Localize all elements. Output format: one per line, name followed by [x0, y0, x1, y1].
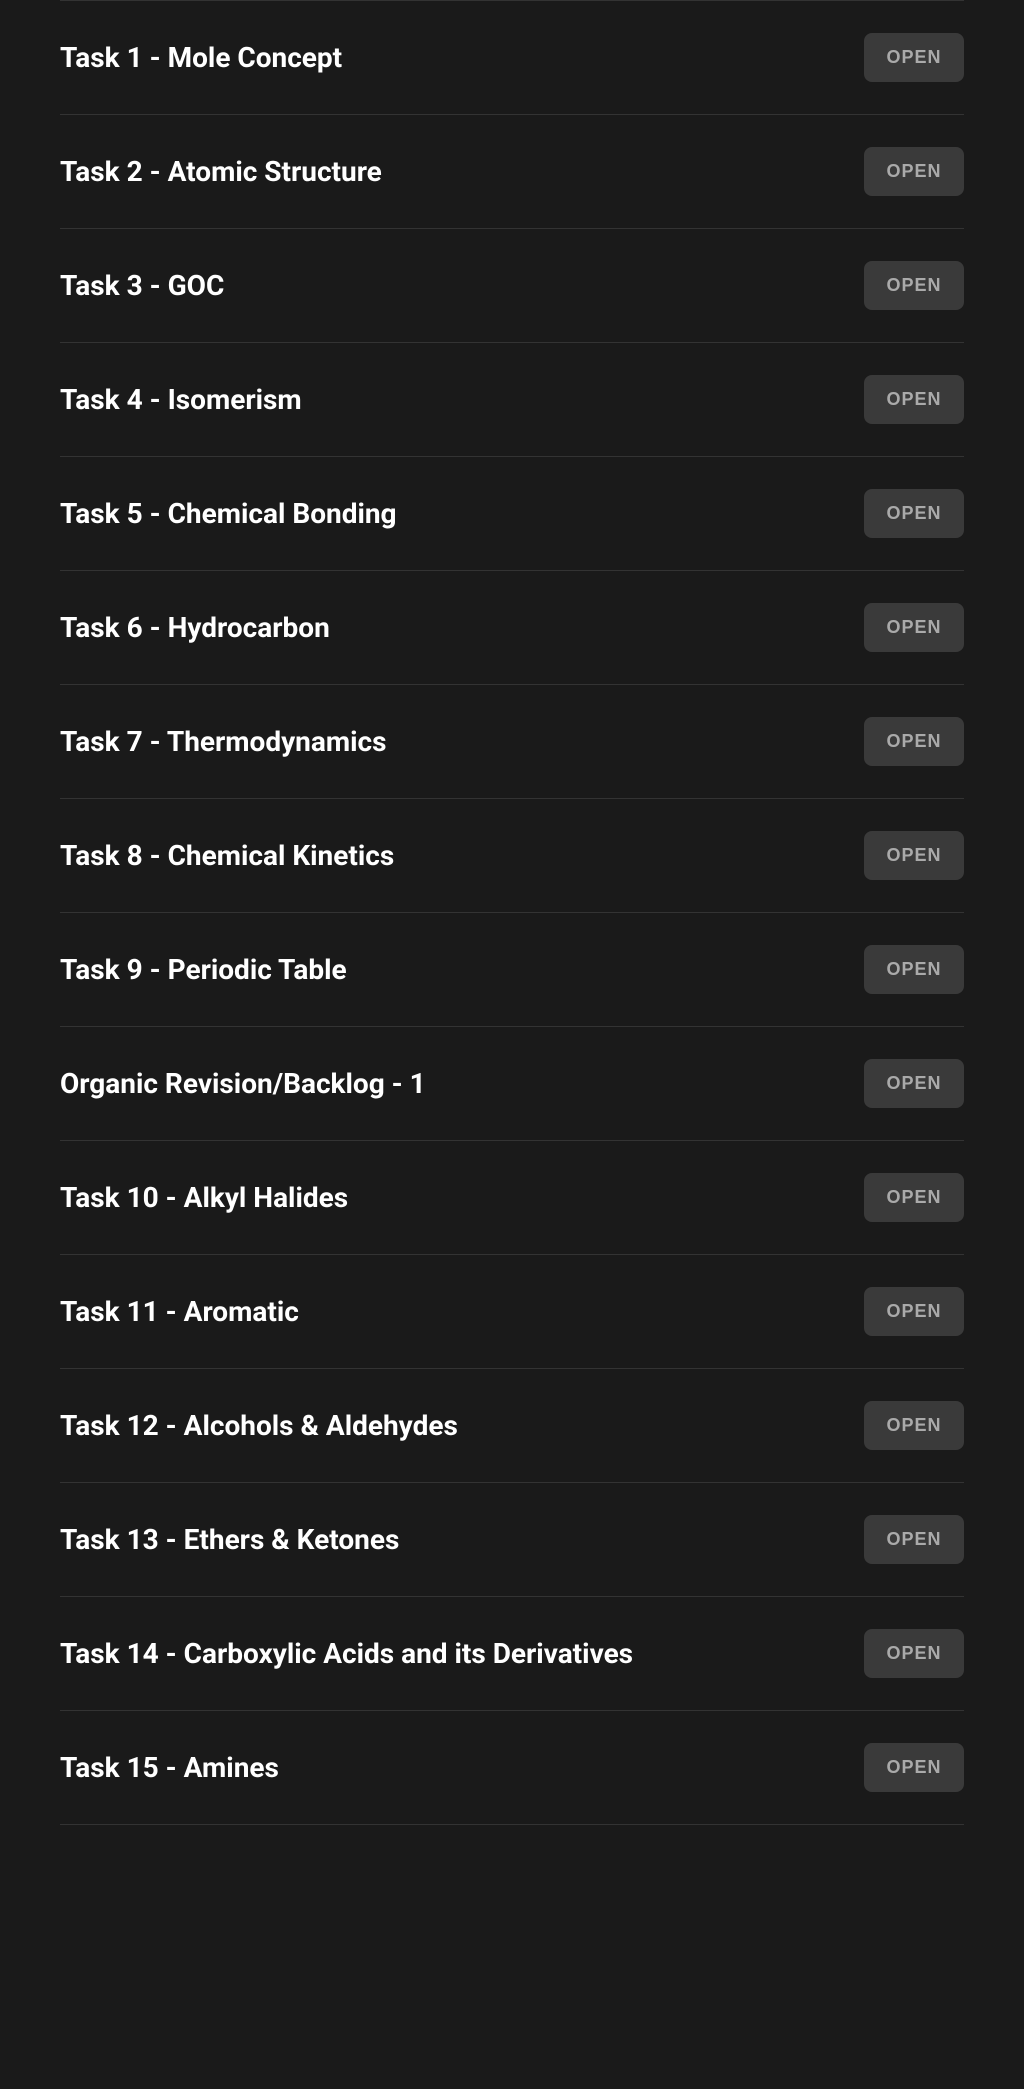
- task-label-task-13: Task 13 - Ethers & Ketones: [60, 1523, 864, 1556]
- list-item: Task 13 - Ethers & KetonesOPEN: [60, 1483, 964, 1597]
- task-label-task-5: Task 5 - Chemical Bonding: [60, 497, 864, 530]
- list-item: Task 6 - HydrocarbonOPEN: [60, 571, 964, 685]
- open-button-task-3[interactable]: OPEN: [864, 261, 964, 310]
- list-item: Task 9 - Periodic TableOPEN: [60, 913, 964, 1027]
- open-button-task-15[interactable]: OPEN: [864, 1743, 964, 1792]
- open-button-task-5[interactable]: OPEN: [864, 489, 964, 538]
- list-item: Task 14 - Carboxylic Acids and its Deriv…: [60, 1597, 964, 1711]
- task-label-task-1: Task 1 - Mole Concept: [60, 41, 864, 74]
- open-button-task-12[interactable]: OPEN: [864, 1401, 964, 1450]
- list-item: Task 10 - Alkyl HalidesOPEN: [60, 1141, 964, 1255]
- open-button-task-7[interactable]: OPEN: [864, 717, 964, 766]
- open-button-task-2[interactable]: OPEN: [864, 147, 964, 196]
- list-item: Task 7 - ThermodynamicsOPEN: [60, 685, 964, 799]
- open-button-task-8[interactable]: OPEN: [864, 831, 964, 880]
- list-item: Task 15 - AminesOPEN: [60, 1711, 964, 1825]
- open-button-task-13[interactable]: OPEN: [864, 1515, 964, 1564]
- task-list: Task 1 - Mole ConceptOPENTask 2 - Atomic…: [0, 0, 1024, 1825]
- task-label-task-4: Task 4 - Isomerism: [60, 383, 864, 416]
- task-label-task-15: Task 15 - Amines: [60, 1751, 864, 1784]
- open-button-task-9[interactable]: OPEN: [864, 945, 964, 994]
- list-item: Task 1 - Mole ConceptOPEN: [60, 0, 964, 115]
- task-label-task-7: Task 7 - Thermodynamics: [60, 725, 864, 758]
- open-button-task-organic[interactable]: OPEN: [864, 1059, 964, 1108]
- task-label-task-10: Task 10 - Alkyl Halides: [60, 1181, 864, 1214]
- task-label-task-12: Task 12 - Alcohols & Aldehydes: [60, 1409, 864, 1442]
- task-label-task-6: Task 6 - Hydrocarbon: [60, 611, 864, 644]
- list-item: Task 5 - Chemical BondingOPEN: [60, 457, 964, 571]
- list-item: Task 4 - IsomerismOPEN: [60, 343, 964, 457]
- task-label-task-11: Task 11 - Aromatic: [60, 1295, 864, 1328]
- open-button-task-11[interactable]: OPEN: [864, 1287, 964, 1336]
- list-item: Task 11 - AromaticOPEN: [60, 1255, 964, 1369]
- task-label-task-3: Task 3 - GOC: [60, 269, 864, 302]
- list-item: Task 3 - GOCOPEN: [60, 229, 964, 343]
- list-item: Task 8 - Chemical KineticsOPEN: [60, 799, 964, 913]
- task-label-task-organic: Organic Revision/Backlog - 1: [60, 1067, 864, 1100]
- list-item: Task 2 - Atomic StructureOPEN: [60, 115, 964, 229]
- list-item: Task 12 - Alcohols & AldehydesOPEN: [60, 1369, 964, 1483]
- open-button-task-6[interactable]: OPEN: [864, 603, 964, 652]
- open-button-task-1[interactable]: OPEN: [864, 33, 964, 82]
- open-button-task-14[interactable]: OPEN: [864, 1629, 964, 1678]
- task-label-task-14: Task 14 - Carboxylic Acids and its Deriv…: [60, 1637, 864, 1670]
- open-button-task-10[interactable]: OPEN: [864, 1173, 964, 1222]
- task-label-task-2: Task 2 - Atomic Structure: [60, 155, 864, 188]
- list-item: Organic Revision/Backlog - 1OPEN: [60, 1027, 964, 1141]
- open-button-task-4[interactable]: OPEN: [864, 375, 964, 424]
- task-label-task-9: Task 9 - Periodic Table: [60, 953, 864, 986]
- task-label-task-8: Task 8 - Chemical Kinetics: [60, 839, 864, 872]
